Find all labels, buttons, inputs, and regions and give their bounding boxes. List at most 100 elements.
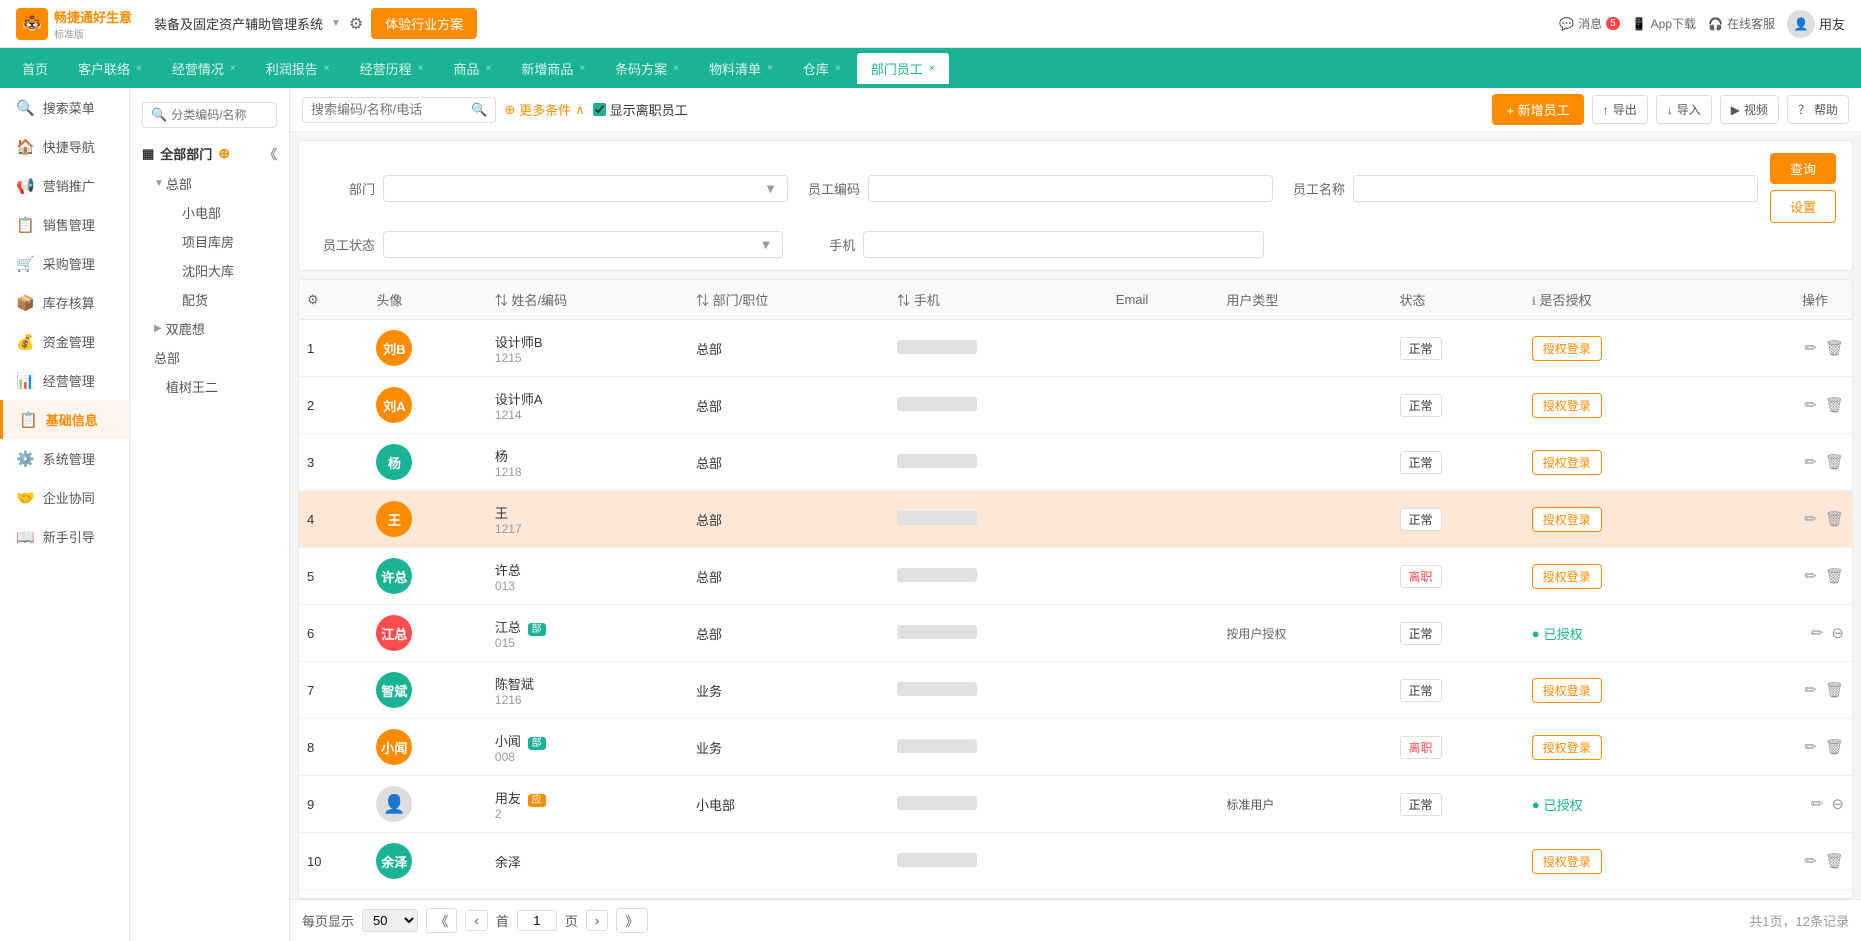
add-employee-button[interactable]: + 新增员工 [1492, 94, 1583, 125]
tab-close-icon[interactable]: × [324, 63, 330, 74]
more-filter-button[interactable]: ⊕ 更多条件 ∧ [504, 100, 584, 119]
delete-button[interactable]: 🗑 [1825, 852, 1844, 870]
col-settings[interactable]: ⚙ [299, 280, 368, 320]
sidebar-item-marketing[interactable]: 📢 营销推广 [0, 166, 129, 205]
delete-button[interactable]: 🗑 [1825, 453, 1844, 471]
tab-close-icon[interactable]: × [673, 63, 679, 74]
sidebar-item-purchase[interactable]: 🛒 采购管理 [0, 244, 129, 283]
app-download-button[interactable]: 📱 App下载 [1632, 15, 1696, 32]
phone-input[interactable] [863, 231, 1263, 258]
help-button[interactable]: ？ 帮助 [1787, 95, 1849, 124]
dept-node-zongbu2[interactable]: 总部 [146, 343, 281, 372]
last-page-button[interactable]: 》 [616, 908, 647, 933]
reset-button[interactable]: 设置 [1770, 190, 1836, 223]
auth-login-button[interactable]: 授权登录 [1532, 393, 1602, 418]
dept-node-xiaodian[interactable]: 小电部 [162, 198, 281, 227]
sidebar-item-search[interactable]: 🔍 搜索菜单 [0, 88, 129, 127]
system-title-dropdown-icon[interactable]: ▼ [331, 18, 341, 29]
tab-close-icon[interactable]: × [230, 63, 236, 74]
page-size-select[interactable]: 50 100 200 [362, 909, 418, 932]
delete-button[interactable]: ⊖ [1831, 795, 1844, 813]
auth-login-button[interactable]: 授权登录 [1532, 564, 1602, 589]
delete-button[interactable]: 🗑 [1825, 567, 1844, 585]
dept-add-icon[interactable]: ⊕ [218, 145, 230, 162]
delete-button[interactable]: 🗑 [1825, 339, 1844, 357]
show-resigned-checkbox[interactable]: 显示离职员工 [593, 100, 688, 119]
tab-close-icon[interactable]: × [418, 63, 424, 74]
tab-profit[interactable]: 利润报告 × [252, 53, 344, 84]
tab-close-icon[interactable]: × [136, 63, 142, 74]
try-solution-button[interactable]: 体验行业方案 [371, 8, 477, 39]
tab-close-icon[interactable]: × [835, 63, 841, 74]
auth-login-button[interactable]: 授权登录 [1532, 849, 1602, 874]
auth-login-button[interactable]: 授权登录 [1532, 507, 1602, 532]
edit-button[interactable]: ✏ [1804, 681, 1817, 699]
tab-close-icon[interactable]: × [485, 63, 491, 74]
first-page-button[interactable]: 《 [426, 908, 457, 933]
dept-node-zhishu[interactable]: 植树王二 [146, 372, 281, 401]
auth-login-button[interactable]: 授权登录 [1532, 735, 1602, 760]
employee-search-input[interactable] [311, 102, 471, 117]
dept-collapse-icon[interactable]: 《 [264, 144, 277, 163]
settings-icon[interactable]: ⚙ [307, 292, 319, 307]
tab-employee[interactable]: 部门员工 × [857, 53, 949, 84]
tab-close-icon[interactable]: × [929, 63, 935, 74]
edit-button[interactable]: ✏ [1804, 339, 1817, 357]
edit-button[interactable]: ✏ [1804, 738, 1817, 756]
prev-page-button[interactable]: ‹ [465, 910, 487, 931]
emp-code-input[interactable] [868, 175, 1273, 202]
dept-search-box[interactable]: 🔍 [142, 102, 277, 128]
dept-node-project[interactable]: 项目库房 [162, 227, 281, 256]
tab-operation[interactable]: 经营情况 × [158, 53, 250, 84]
delete-button[interactable]: 🗑 [1825, 510, 1844, 528]
sidebar-item-basic[interactable]: 📋 基础信息 [0, 400, 129, 439]
tab-history[interactable]: 经营历程 × [346, 53, 438, 84]
edit-button[interactable]: ✏ [1804, 453, 1817, 471]
video-button[interactable]: ▶ 视频 [1720, 95, 1779, 124]
emp-name-input[interactable] [1353, 175, 1758, 202]
sidebar-item-operation[interactable]: 📊 经营管理 [0, 361, 129, 400]
import-button[interactable]: ↓ 导入 [1656, 95, 1712, 124]
tab-warehouse[interactable]: 仓库 × [789, 53, 855, 84]
tab-close-icon[interactable]: × [579, 63, 585, 74]
message-button[interactable]: 💬 消息 5 [1559, 15, 1620, 32]
auth-login-button[interactable]: 授权登录 [1532, 678, 1602, 703]
tab-new-goods[interactable]: 新增商品 × [507, 53, 599, 84]
export-button[interactable]: ↑ 导出 [1592, 95, 1648, 124]
dept-node-distribution[interactable]: 配货 [162, 285, 281, 314]
tab-material[interactable]: 物料清单 × [695, 53, 787, 84]
tab-customer[interactable]: 客户联络 × [64, 53, 156, 84]
user-avatar-area[interactable]: 👤 用友 [1787, 10, 1845, 38]
delete-button[interactable]: ⊖ [1831, 624, 1844, 642]
sidebar-item-cooperation[interactable]: 🤝 企业协同 [0, 478, 129, 517]
sidebar-item-guide[interactable]: 📖 新手引导 [0, 517, 129, 556]
tab-home[interactable]: 首页 [8, 53, 62, 84]
online-service-button[interactable]: 🎧 在线客服 [1708, 15, 1775, 32]
col-phone[interactable]: ⇅ 手机 [889, 280, 1108, 320]
tab-close-icon[interactable]: × [767, 63, 773, 74]
sidebar-item-system[interactable]: ⚙️ 系统管理 [0, 439, 129, 478]
delete-button[interactable]: 🗑 [1825, 396, 1844, 414]
edit-button[interactable]: ✏ [1804, 567, 1817, 585]
delete-button[interactable]: 🗑 [1825, 681, 1844, 699]
dept-select[interactable]: ▼ [383, 175, 788, 202]
edit-button[interactable]: ✏ [1811, 624, 1824, 642]
dept-node-shuanglu[interactable]: ▶ 双鹿想 [146, 314, 281, 343]
edit-button[interactable]: ✏ [1811, 795, 1824, 813]
page-number-input[interactable] [517, 910, 557, 931]
emp-status-select[interactable]: ▼ [383, 231, 783, 258]
gear-icon[interactable]: ⚙ [349, 14, 363, 34]
auth-login-button[interactable]: 授权登录 [1532, 336, 1602, 361]
dept-node-shenyang[interactable]: 沈阳大库 [162, 256, 281, 285]
edit-button[interactable]: ✏ [1804, 852, 1817, 870]
sidebar-item-nav[interactable]: 🏠 快捷导航 [0, 127, 129, 166]
sidebar-item-inventory[interactable]: 📦 库存核算 [0, 283, 129, 322]
col-name[interactable]: ⇅ 姓名/编码 [487, 280, 688, 320]
auth-login-button[interactable]: 授权登录 [1532, 450, 1602, 475]
tab-goods[interactable]: 商品 × [439, 53, 505, 84]
next-page-button[interactable]: › [586, 910, 608, 931]
dept-search-input[interactable] [171, 108, 251, 122]
query-button[interactable]: 查询 [1770, 153, 1836, 184]
edit-button[interactable]: ✏ [1804, 396, 1817, 414]
dept-node-zongbu-parent[interactable]: ▼ 总部 [146, 169, 281, 198]
